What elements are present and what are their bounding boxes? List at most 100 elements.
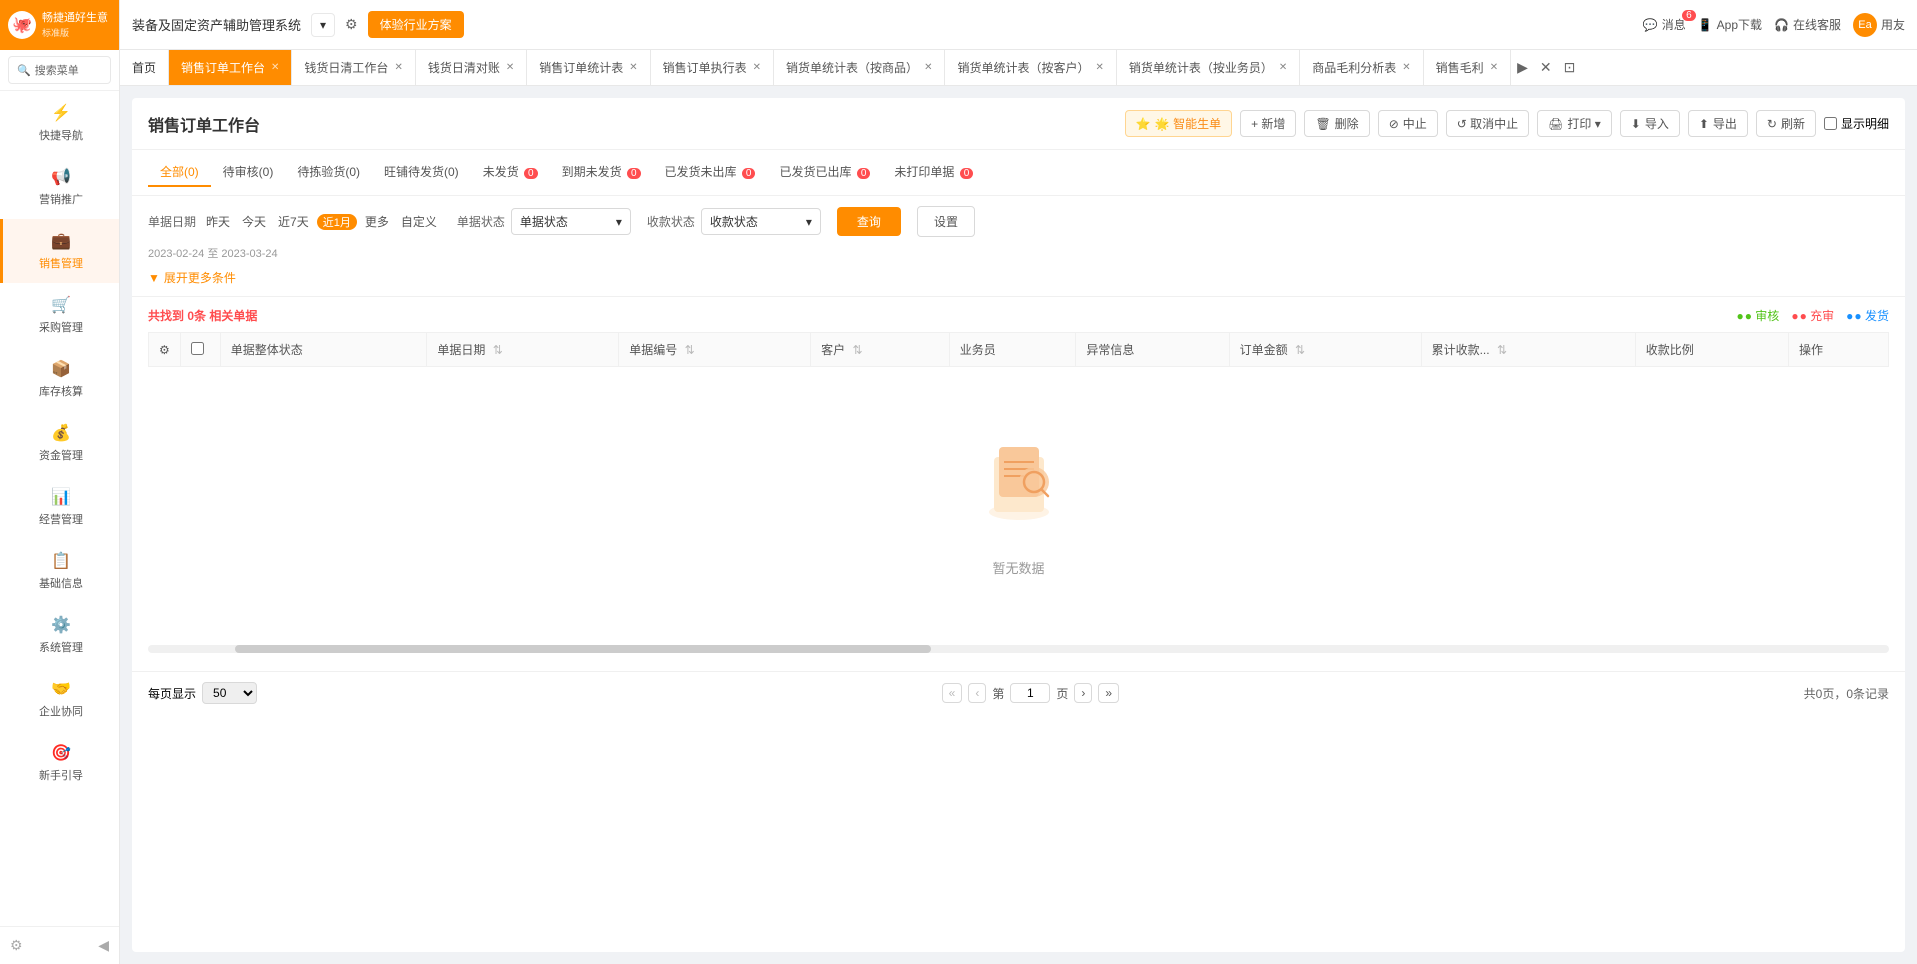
tab-home[interactable]: 首页 <box>120 50 169 86</box>
filter-tab-not-printed[interactable]: 未打印单据 0 <box>882 158 985 187</box>
delete-button[interactable]: 🗑 删除 <box>1304 110 1369 137</box>
message-button[interactable]: 💬 消息 6 <box>1643 16 1686 33</box>
col-header-amount[interactable]: 订单金额 ⇅ <box>1229 333 1421 367</box>
sidebar-item-basic-info[interactable]: 📋 基础信息 <box>0 539 119 603</box>
filter-tab-not-shipped[interactable]: 未发货 0 <box>471 158 550 187</box>
sidebar-item-inventory[interactable]: 📦 库存核算 <box>0 347 119 411</box>
tab-close-sales-stat[interactable]: ✕ <box>629 62 637 73</box>
filter-tab-pending-inspect[interactable]: 待拣验货(0) <box>285 158 372 187</box>
page-number-input[interactable] <box>1010 683 1050 703</box>
col-header-number[interactable]: 单据编号 ⇅ <box>619 333 811 367</box>
tab-sales-stat[interactable]: 销售订单统计表 ✕ <box>527 50 650 86</box>
show-detail-checkbox[interactable] <box>1824 117 1837 130</box>
industry-solution-button[interactable]: 体验行业方案 <box>368 11 464 38</box>
sidebar-item-purchase[interactable]: 🛒 采购管理 <box>0 283 119 347</box>
ai-generate-button[interactable]: ⭐ 🌟 智能生单 <box>1125 110 1232 137</box>
tab-close-sales-exec[interactable]: ✕ <box>753 62 761 73</box>
filter-tab-pending-review[interactable]: 待审核(0) <box>211 158 286 187</box>
sidebar-item-operations[interactable]: 📊 经营管理 <box>0 475 119 539</box>
system-dropdown[interactable]: ▾ <box>311 13 335 37</box>
tab-sales-summary-staff[interactable]: 销货单统计表（按业务员） ✕ <box>1117 50 1300 86</box>
page-size-dropdown[interactable]: 20 50 100 <box>202 682 257 704</box>
app-download-icon: 📱 <box>1698 18 1713 32</box>
settings-gear-button[interactable]: ⚙ <box>345 16 358 33</box>
sidebar-item-sales[interactable]: 💼 销售管理 <box>0 219 119 283</box>
col-header-customer[interactable]: 客户 ⇅ <box>811 333 950 367</box>
sidebar-item-guide[interactable]: 🎯 新手引导 <box>0 731 119 795</box>
export-button[interactable]: ⬆ 导出 <box>1688 110 1748 137</box>
yesterday-btn[interactable]: 昨天 <box>202 211 234 232</box>
filter-tab-all[interactable]: 全部(0) <box>148 158 211 187</box>
empty-text: 暂无数据 <box>992 558 1044 577</box>
app-download-button[interactable]: 📱 App下载 <box>1698 16 1762 33</box>
setting-button[interactable]: 设置 <box>917 206 975 237</box>
col-header-collected[interactable]: 累计收款... ⇅ <box>1421 333 1635 367</box>
tab-close-product-margin[interactable]: ✕ <box>1402 62 1410 73</box>
ship-action-button[interactable]: ● ● 发货 <box>1846 307 1889 324</box>
tab-scroll-right-button[interactable]: ▶ <box>1511 59 1534 76</box>
tab-close-all-button[interactable]: ✕ <box>1534 59 1558 76</box>
sidebar-item-system[interactable]: ⚙️ 系统管理 <box>0 603 119 667</box>
prev-page-button[interactable]: ‹ <box>968 683 986 703</box>
horizontal-scrollbar[interactable] <box>148 645 1889 653</box>
today-btn[interactable]: 今天 <box>238 211 270 232</box>
collapse-button[interactable]: ◀ <box>98 937 109 954</box>
refresh-button[interactable]: ↻ 刷新 <box>1756 110 1816 137</box>
col-header-settings[interactable]: ⚙ <box>149 333 181 367</box>
show-detail-toggle[interactable]: 显示明细 <box>1824 115 1889 132</box>
next-page-button[interactable]: › <box>1074 683 1092 703</box>
last1month-btn[interactable]: 近1月 <box>317 214 357 230</box>
tab-close-sales-summary-product[interactable]: ✕ <box>924 62 932 73</box>
tab-sales-profit[interactable]: 销售毛利 ✕ <box>1424 50 1511 86</box>
col-header-check[interactable] <box>180 333 220 367</box>
sidebar-item-quick-nav[interactable]: ⚡ 快捷导航 <box>0 91 119 155</box>
tab-cash-reconcile[interactable]: 钱货日清对账 ✕ <box>416 50 527 86</box>
tab-sales-summary-product[interactable]: 销货单统计表（按商品） ✕ <box>774 50 945 86</box>
last-page-button[interactable]: » <box>1098 683 1119 703</box>
first-page-button[interactable]: « <box>942 683 963 703</box>
review-action-button[interactable]: ● ● 审核 <box>1736 307 1779 324</box>
sidebar-item-enterprise[interactable]: 🤝 企业协同 <box>0 667 119 731</box>
filter-tab-shipped-out[interactable]: 已发货已出库 0 <box>767 158 882 187</box>
sidebar-item-marketing[interactable]: 📢 营销推广 <box>0 155 119 219</box>
filter-tab-wangpu-pending[interactable]: 旺铺待发货(0) <box>372 158 471 187</box>
tab-close-sales-summary-customer[interactable]: ✕ <box>1095 62 1103 73</box>
tab-close-cash-daily[interactable]: ✕ <box>394 62 402 73</box>
page-container: 销售订单工作台 ⭐ 🌟 智能生单 + 新增 🗑 删除 ⊘ <box>132 98 1905 952</box>
custom-btn[interactable]: 自定义 <box>397 211 441 232</box>
tab-maximize-button[interactable]: ⊡ <box>1558 59 1582 76</box>
last7-btn[interactable]: 近7天 <box>274 211 313 232</box>
stop-button[interactable]: ⊘ 中止 <box>1378 110 1438 137</box>
topbar: 装备及固定资产辅助管理系统 ▾ ⚙ 体验行业方案 💬 消息 6 📱 App下载 … <box>120 0 1917 50</box>
tab-close-sales-workbench[interactable]: ✕ <box>271 62 279 73</box>
filter-tab-shipped-not-out[interactable]: 已发货未出库 0 <box>653 158 768 187</box>
import-button[interactable]: ⬇ 导入 <box>1620 110 1680 137</box>
online-service-button[interactable]: 🎧 在线客服 <box>1774 16 1841 33</box>
user-menu-button[interactable]: Ea 用友 <box>1853 13 1905 37</box>
status-select[interactable]: 单据状态 ▾ <box>511 208 631 235</box>
cancel-stop-button[interactable]: ↺ 取消中止 <box>1446 110 1529 137</box>
operations-icon: 📊 <box>51 487 71 507</box>
add-button[interactable]: + 新增 <box>1240 110 1296 137</box>
payment-select[interactable]: 收款状态 ▾ <box>701 208 821 235</box>
tab-sales-exec[interactable]: 销售订单执行表 ✕ <box>651 50 774 86</box>
tab-sales-workbench[interactable]: 销售订单工作台 ✕ <box>169 50 292 86</box>
tab-close-cash-reconcile[interactable]: ✕ <box>506 62 514 73</box>
tab-close-sales-profit[interactable]: ✕ <box>1490 62 1498 73</box>
tab-cash-daily[interactable]: 钱货日清工作台 ✕ <box>292 50 415 86</box>
expand-conditions-button[interactable]: ▼ 展开更多条件 <box>148 269 236 286</box>
more-btn[interactable]: 更多 <box>361 211 393 232</box>
reject-action-button[interactable]: ● ● 充审 <box>1791 307 1834 324</box>
tab-product-margin[interactable]: 商品毛利分析表 ✕ <box>1300 50 1423 86</box>
tab-close-sales-summary-staff[interactable]: ✕ <box>1279 62 1287 73</box>
print-button[interactable]: 🖨 打印 ▾ <box>1537 110 1612 137</box>
search-menu-button[interactable]: 🔍 搜索菜单 <box>8 56 111 84</box>
sidebar-item-finance[interactable]: 💰 资金管理 <box>0 411 119 475</box>
scrollbar-thumb[interactable] <box>235 645 931 653</box>
select-all-checkbox[interactable] <box>191 342 204 355</box>
settings-button[interactable]: ⚙ <box>10 937 23 954</box>
filter-tab-expired-not-shipped[interactable]: 到期未发货 0 <box>550 158 653 187</box>
tab-sales-summary-customer[interactable]: 销货单统计表（按客户） ✕ <box>945 50 1116 86</box>
search-button[interactable]: 查询 <box>837 207 901 236</box>
col-header-date[interactable]: 单据日期 ⇅ <box>427 333 619 367</box>
